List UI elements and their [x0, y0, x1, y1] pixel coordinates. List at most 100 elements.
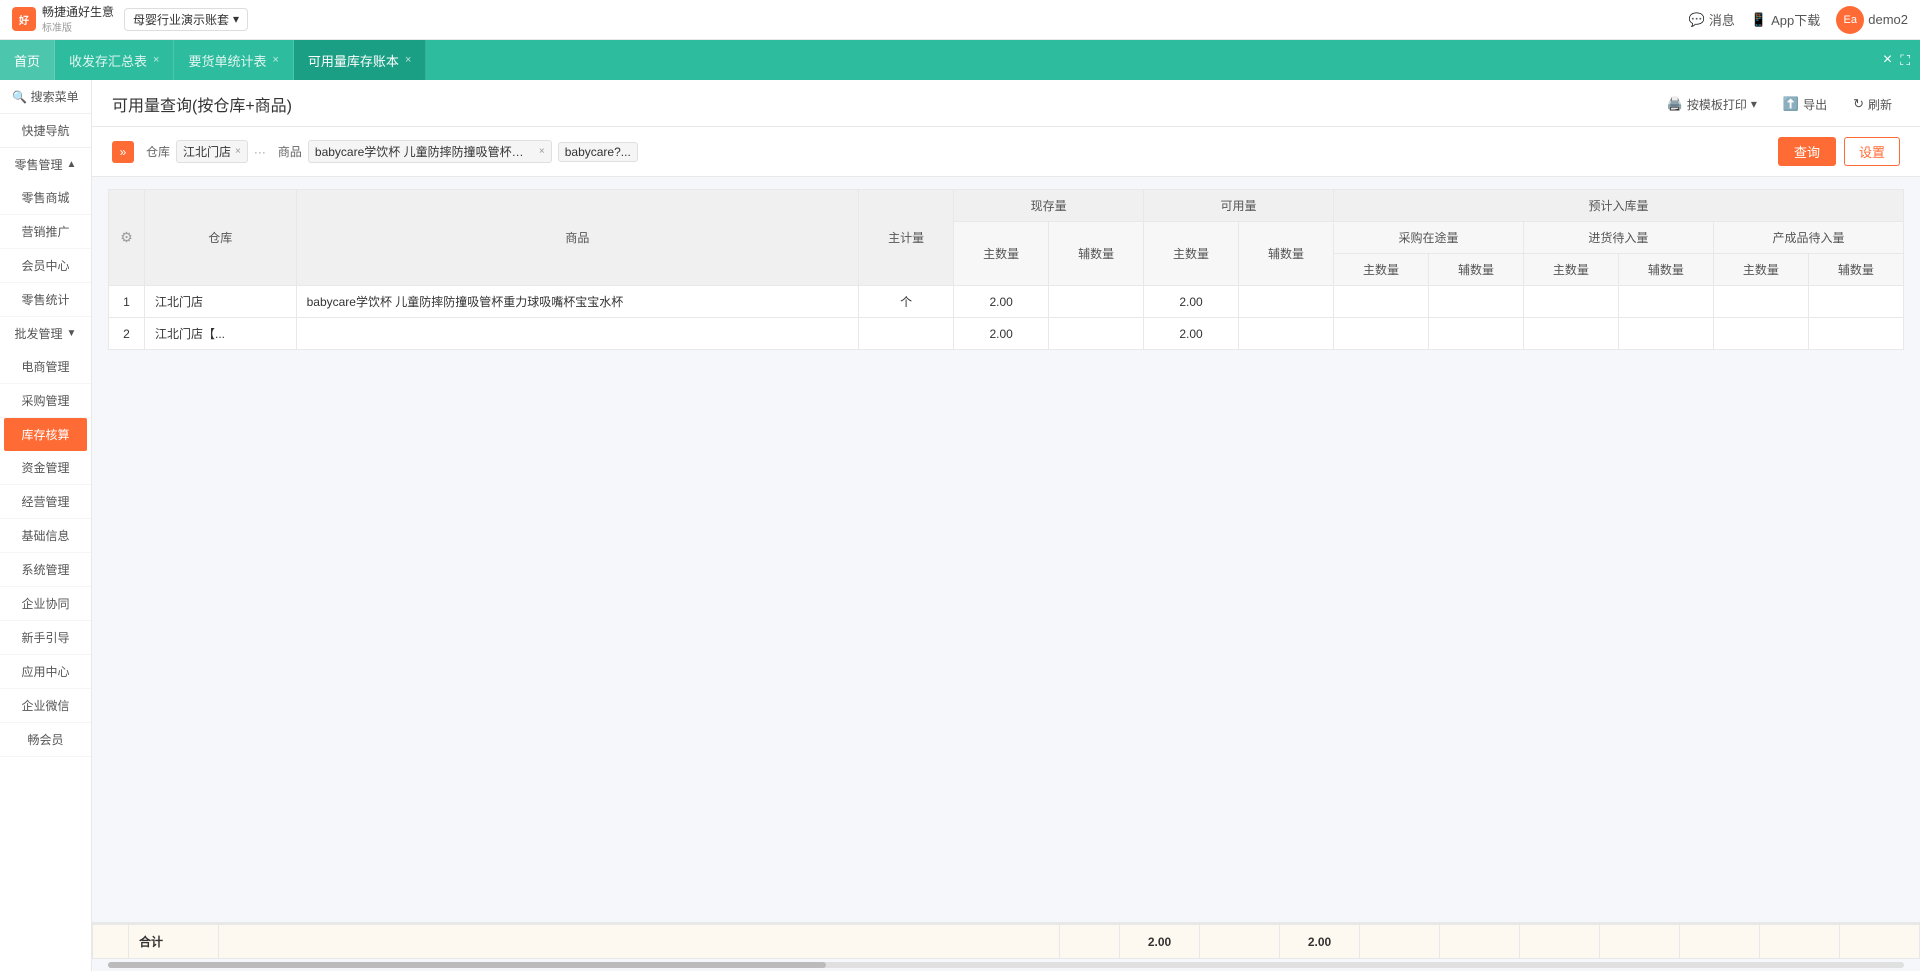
row-purchase-main	[1334, 318, 1429, 350]
page-actions: 🖨️ 按模板打印 ▾ ⬆️ 导出 ↻ 刷新	[1659, 94, 1900, 115]
col-purchase-aux-header: 辅数量	[1428, 254, 1523, 286]
download-button[interactable]: 📱 App下载	[1751, 10, 1820, 29]
sidebar-item-ecommerce[interactable]: 电商管理	[0, 350, 91, 384]
settings-button[interactable]: 设置	[1844, 137, 1900, 166]
tab-order-stats[interactable]: 要货单统计表 ×	[174, 40, 293, 80]
remove-warehouse-icon[interactable]: ×	[235, 146, 241, 157]
logo-icon: 好	[12, 7, 36, 31]
tab-close-icon[interactable]: ×	[272, 54, 278, 66]
sidebar-item-retail-stats[interactable]: 零售统计	[0, 283, 91, 317]
industry-selector[interactable]: 母婴行业演示账套 ▾	[124, 8, 248, 31]
user-button[interactable]: Ea demo2	[1836, 6, 1908, 34]
tab-home[interactable]: 首页	[0, 40, 55, 80]
filter-actions: 查询 设置	[1778, 137, 1900, 166]
tab-close-icon[interactable]: ×	[153, 54, 159, 66]
sidebar-item-wholesale[interactable]: 批发管理 ▼	[0, 317, 91, 350]
col-avail-aux-header: 辅数量	[1239, 222, 1334, 286]
row-unit	[859, 318, 954, 350]
product-tag-1[interactable]: babycare学饮杯 儿童防摔防撞吸管杯重力球吸嘴杯宝宝水杯 ×	[308, 140, 552, 163]
sidebar-item-marketing[interactable]: 营销推广	[0, 215, 91, 249]
footer-production-main	[1760, 925, 1840, 959]
refresh-icon: ↻	[1853, 96, 1864, 112]
filter-expand-button[interactable]: »	[112, 141, 134, 163]
sidebar-item-enterprise[interactable]: 企业协同	[0, 587, 91, 621]
table-gear-icon[interactable]: ⚙	[120, 229, 133, 245]
export-button[interactable]: ⬆️ 导出	[1775, 94, 1835, 115]
col-purchase-header: 采购在途量	[1334, 222, 1524, 254]
warehouse-filter-group: 仓库 江北门店 × ···	[146, 140, 266, 163]
col-production-main-header: 主数量	[1713, 254, 1808, 286]
sidebar-search[interactable]: 🔍 搜索菜单	[0, 80, 91, 114]
tab-close-icon[interactable]: ×	[405, 54, 411, 66]
query-button[interactable]: 查询	[1778, 137, 1836, 166]
retail-label: 零售管理	[15, 156, 63, 173]
tab-available-inventory[interactable]: 可用量库存账本 ×	[294, 40, 426, 80]
expand-icon: ▼	[67, 328, 77, 339]
row-stock-aux	[1049, 286, 1144, 318]
main-layout: 🔍 搜索菜单 快捷导航 零售管理 ▲ 零售商城 营销推广 会员中心 零售统计 批…	[0, 80, 1920, 971]
refresh-button[interactable]: ↻ 刷新	[1845, 94, 1900, 115]
sidebar-item-members[interactable]: 会员中心	[0, 249, 91, 283]
sidebar-item-quicknav[interactable]: 快捷导航	[0, 114, 91, 148]
footer-table: 合计 2.00 2.00	[92, 924, 1920, 959]
export-label: 导出	[1803, 96, 1827, 113]
scroll-thumb[interactable]	[108, 962, 826, 968]
row-product: babycare学饮杯 儿童防摔防撞吸管杯重力球吸嘴杯宝宝水杯	[296, 286, 859, 318]
warehouse-tag[interactable]: 江北门店 ×	[176, 140, 248, 163]
col-unit-header: 主计量	[859, 190, 954, 286]
footer-purchase-aux	[1520, 925, 1600, 959]
warehouse-ellipsis[interactable]: ···	[254, 145, 266, 159]
col-arrival-main-header: 主数量	[1523, 254, 1618, 286]
row-stock-main: 2.00	[954, 318, 1049, 350]
warehouse-filter-label: 仓库	[146, 143, 170, 160]
product-tag-2[interactable]: babycare?...	[558, 142, 638, 162]
sidebar-item-finance[interactable]: 资金管理	[0, 451, 91, 485]
row-arrival-main	[1523, 286, 1618, 318]
sidebar-item-corpwechat[interactable]: 企业微信	[0, 689, 91, 723]
sidebar-item-inventory[interactable]: 库存核算	[4, 418, 87, 451]
export-icon: ⬆️	[1783, 96, 1799, 112]
col-product-header: 商品	[296, 190, 859, 286]
sidebar-item-newguide[interactable]: 新手引导	[0, 621, 91, 655]
sidebar-item-purchase[interactable]: 采购管理	[0, 384, 91, 418]
tab-receivable-summary[interactable]: 收发存汇总表 ×	[55, 40, 174, 80]
print-icon: 🖨️	[1667, 96, 1683, 112]
sidebar-item-vip[interactable]: 畅会员	[0, 723, 91, 757]
table-row: 2 江北门店【... 2.00 2.00	[109, 318, 1904, 350]
top-bar: 好 畅捷通好生意 标准版 母婴行业演示账套 ▾ 💬 消息 📱 App下载 Ea …	[0, 0, 1920, 40]
top-bar-left: 好 畅捷通好生意 标准版 母婴行业演示账套 ▾	[12, 5, 248, 34]
row-product	[296, 318, 859, 350]
row-purchase-main	[1334, 286, 1429, 318]
col-avail-main-header: 主数量	[1144, 222, 1239, 286]
footer-purchase-main	[1440, 925, 1520, 959]
sidebar-item-system[interactable]: 系统管理	[0, 553, 91, 587]
print-button[interactable]: 🖨️ 按模板打印 ▾	[1659, 94, 1765, 115]
row-warehouse: 江北门店	[145, 286, 297, 318]
close-all-icon[interactable]: ×	[1883, 51, 1892, 69]
col-purchase-main-header: 主数量	[1334, 254, 1429, 286]
remove-product-1-icon[interactable]: ×	[539, 146, 545, 157]
message-button[interactable]: 💬 消息	[1689, 10, 1735, 29]
tab-spacer	[426, 40, 1872, 80]
avatar: Ea	[1836, 6, 1864, 34]
sidebar-item-basics[interactable]: 基础信息	[0, 519, 91, 553]
footer-production-aux	[1840, 925, 1920, 959]
sidebar-item-operations[interactable]: 经营管理	[0, 485, 91, 519]
sidebar-item-retail-shop[interactable]: 零售商城	[0, 181, 91, 215]
tab-label: 可用量库存账本	[308, 51, 399, 70]
content-area: 可用量查询(按仓库+商品) 🖨️ 按模板打印 ▾ ⬆️ 导出 ↻ 刷新	[92, 80, 1920, 971]
footer-unit-empty	[1060, 925, 1120, 959]
footer-arrival-aux	[1680, 925, 1760, 959]
sidebar-item-appcenter[interactable]: 应用中心	[0, 655, 91, 689]
maximize-icon[interactable]: ⛶	[1900, 52, 1910, 69]
row-avail-main: 2.00	[1144, 286, 1239, 318]
footer-avail-main: 2.00	[1280, 925, 1360, 959]
col-arrival-header: 进货待入量	[1523, 222, 1713, 254]
row-avail-main: 2.00	[1144, 318, 1239, 350]
footer-stock-main: 2.00	[1120, 925, 1200, 959]
col-available-header: 可用量	[1144, 190, 1334, 222]
expand-icon: ▲	[67, 159, 77, 170]
col-production-aux-header: 辅数量	[1808, 254, 1903, 286]
row-purchase-aux	[1428, 286, 1523, 318]
sidebar-item-retail[interactable]: 零售管理 ▲	[0, 148, 91, 181]
